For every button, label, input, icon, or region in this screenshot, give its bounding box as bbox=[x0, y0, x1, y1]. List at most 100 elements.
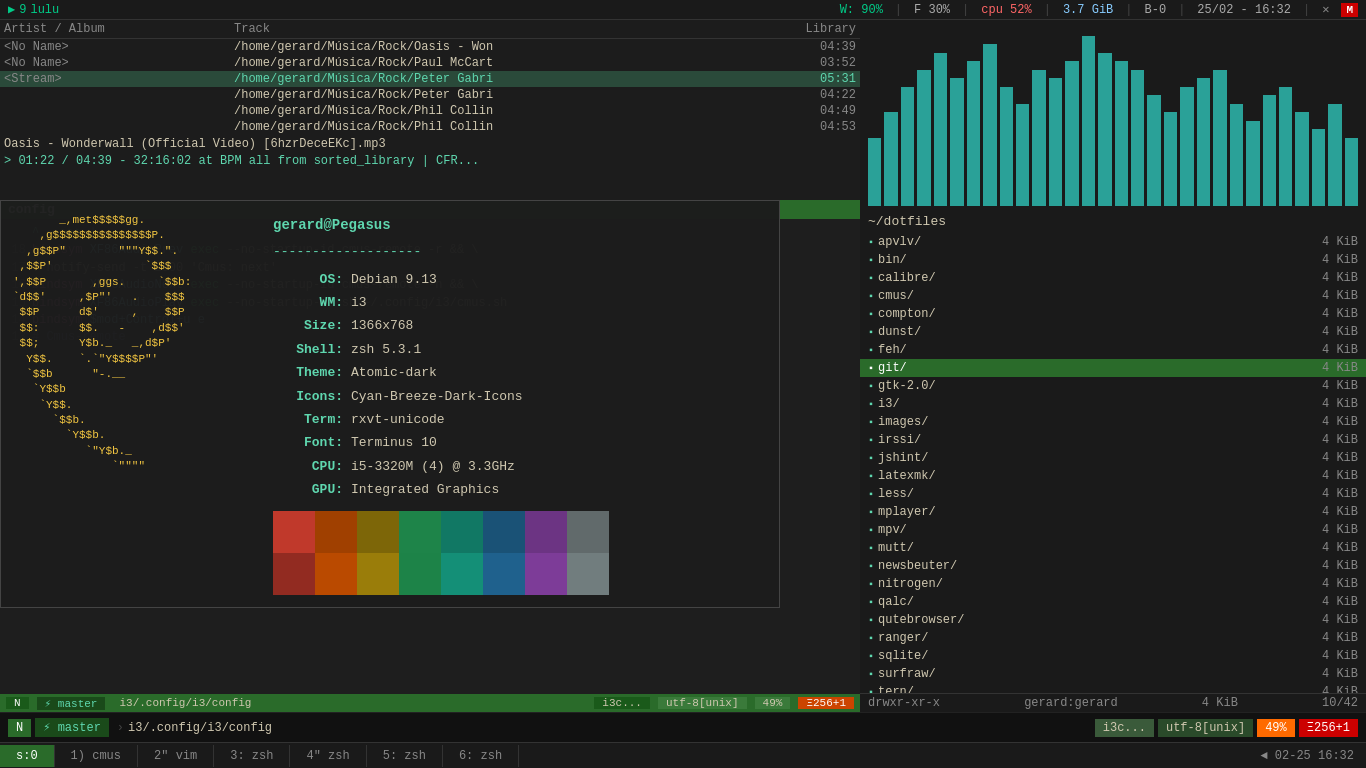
fm-row-git[interactable]: ▪ git/ 4 KiB bbox=[860, 359, 1366, 377]
color-swatch bbox=[441, 553, 483, 595]
io-stat: B-0 bbox=[1145, 3, 1167, 17]
fm-row-irssi[interactable]: ▪ irssi/ 4 KiB bbox=[860, 431, 1366, 449]
fm-row-bin[interactable]: ▪ bin/ 4 KiB bbox=[860, 251, 1366, 269]
cmus-col-track: Track bbox=[234, 22, 604, 36]
i3-config-editor[interactable]: config _,met$$$$$gg. ,g$$$$$$$$$$$$$$$P.… bbox=[0, 200, 860, 712]
file-manager[interactable]: ▪ apvlv/ 4 KiB ▪ bin/ 4 KiB ▪ calibre/ 4… bbox=[860, 233, 1366, 693]
sysinfo-font: Font:Terminus 10 bbox=[273, 431, 767, 454]
fm-name-i3: i3/ bbox=[878, 397, 1304, 411]
cmus-row-1[interactable]: <No Name> /home/gerard/Música/Rock/Oasis… bbox=[0, 39, 860, 55]
fm-row-apvlv[interactable]: ▪ apvlv/ 4 KiB bbox=[860, 233, 1366, 251]
fm-row-feh[interactable]: ▪ feh/ 4 KiB bbox=[860, 341, 1366, 359]
fm-row-sqlite[interactable]: ▪ sqlite/ 4 KiB bbox=[860, 647, 1366, 665]
separator6: | bbox=[1303, 3, 1310, 17]
fm-row-cmus[interactable]: ▪ cmus/ 4 KiB bbox=[860, 287, 1366, 305]
fm-name-mutt: mutt/ bbox=[878, 541, 1304, 555]
fm-row-images[interactable]: ▪ images/ 4 KiB bbox=[860, 413, 1366, 431]
fm-row-compton[interactable]: ▪ compton/ 4 KiB bbox=[860, 305, 1366, 323]
fm-size-compton: 4 KiB bbox=[1308, 307, 1358, 321]
date-stat: 25/02 - 16:32 bbox=[1197, 3, 1291, 17]
cmus-player[interactable]: Artist / Album Track Library <No Name> /… bbox=[0, 20, 860, 200]
cmus-track-5: /home/gerard/Música/Rock/Phil Collin bbox=[234, 104, 604, 118]
chart-bar bbox=[1032, 70, 1045, 206]
close-btn[interactable]: ✕ bbox=[1322, 2, 1329, 17]
cmus-row-2[interactable]: <No Name> /home/gerard/Música/Rock/Paul … bbox=[0, 55, 860, 71]
chart-bar bbox=[1230, 104, 1243, 206]
tab-s0[interactable]: s:0 bbox=[0, 745, 55, 767]
tab-4-zsh[interactable]: 4" zsh bbox=[290, 745, 366, 767]
chart-bar bbox=[1263, 95, 1276, 206]
fm-row-i3[interactable]: ▪ i3/ 4 KiB bbox=[860, 395, 1366, 413]
fm-name-tern: tern/ bbox=[878, 685, 1304, 693]
sysinfo-shell: Shell:zsh 5.3.1 bbox=[273, 338, 767, 361]
sysinfo-wm: WM:i3 bbox=[273, 291, 767, 314]
chart-bar bbox=[917, 70, 930, 206]
fm-row-mpv[interactable]: ▪ mpv/ 4 KiB bbox=[860, 521, 1366, 539]
fm-row-surfraw[interactable]: ▪ surfraw/ 4 KiB bbox=[860, 665, 1366, 683]
fm-row-tern[interactable]: ▪ tern/ 4 KiB bbox=[860, 683, 1366, 693]
fm-owner: gerard:gerard bbox=[1024, 696, 1118, 710]
cmus-row-3[interactable]: <Stream> /home/gerard/Música/Rock/Peter … bbox=[0, 71, 860, 87]
color-swatch bbox=[525, 511, 567, 553]
fm-name-sqlite: sqlite/ bbox=[878, 649, 1304, 663]
fm-row-mutt[interactable]: ▪ mutt/ 4 KiB bbox=[860, 539, 1366, 557]
cmus-row-4[interactable]: /home/gerard/Música/Rock/Peter Gabri 04:… bbox=[0, 87, 860, 103]
cmus-row-6[interactable]: /home/gerard/Música/Rock/Phil Collin 04:… bbox=[0, 119, 860, 135]
sysinfo-size: Size:1366x768 bbox=[273, 314, 767, 337]
separator2: | bbox=[962, 3, 969, 17]
tab-3-zsh[interactable]: 3: zsh bbox=[214, 745, 290, 767]
color-swatch bbox=[399, 511, 441, 553]
tab-5-zsh[interactable]: 5: zsh bbox=[367, 745, 443, 767]
tab-1-cmus[interactable]: 1) cmus bbox=[55, 745, 138, 767]
fm-row-less[interactable]: ▪ less/ 4 KiB bbox=[860, 485, 1366, 503]
color-swatch bbox=[399, 553, 441, 595]
fm-row-qalc[interactable]: ▪ qalc/ 4 KiB bbox=[860, 593, 1366, 611]
fm-name-mpv: mpv/ bbox=[878, 523, 1304, 537]
cmus-time-3: 05:31 bbox=[604, 72, 856, 86]
fm-icon-surfraw: ▪ bbox=[868, 669, 874, 680]
f-stat: F 30% bbox=[914, 3, 950, 17]
cmus-track-2: /home/gerard/Música/Rock/Paul McCart bbox=[234, 56, 604, 70]
fm-row-mplayer[interactable]: ▪ mplayer/ 4 KiB bbox=[860, 503, 1366, 521]
fm-row-nitrogen[interactable]: ▪ nitrogen/ 4 KiB bbox=[860, 575, 1366, 593]
sysinfo-theme: Theme:Atomic-dark bbox=[273, 361, 767, 384]
fm-row-newsbeuter[interactable]: ▪ newsbeuter/ 4 KiB bbox=[860, 557, 1366, 575]
tab-2-vim[interactable]: 2" vim bbox=[138, 745, 214, 767]
statusbar-path: i3/.config/i3/config bbox=[113, 697, 257, 709]
sysinfo-term: Term:rxvt-unicode bbox=[273, 408, 767, 431]
chart-bar bbox=[868, 138, 881, 206]
color-swatch bbox=[315, 553, 357, 595]
tab-6-zsh[interactable]: 6: zsh bbox=[443, 745, 519, 767]
fm-row-jshint[interactable]: ▪ jshint/ 4 KiB bbox=[860, 449, 1366, 467]
fm-name-git: git/ bbox=[878, 361, 1304, 375]
fm-row-ranger[interactable]: ▪ ranger/ 4 KiB bbox=[860, 629, 1366, 647]
cmus-time-6: 04:53 bbox=[604, 120, 856, 134]
top-bar: ▶ 9 lulu W: 90% | F 30% | cpu 52% | 3.7 … bbox=[0, 0, 1366, 20]
bs-pct: 49% bbox=[1257, 719, 1295, 737]
mem-stat: 3.7 GiB bbox=[1063, 3, 1113, 17]
fm-icon-dunst: ▪ bbox=[868, 327, 874, 338]
fm-size: 4 KiB bbox=[1202, 696, 1238, 710]
statusbar-lines: Ξ256+1 bbox=[798, 697, 854, 709]
fm-row-latexmk[interactable]: ▪ latexmk/ 4 KiB bbox=[860, 467, 1366, 485]
fm-row-dunst[interactable]: ▪ dunst/ 4 KiB bbox=[860, 323, 1366, 341]
fm-size-apvlv: 4 KiB bbox=[1308, 235, 1358, 249]
bs-enc: utf-8[unix] bbox=[1158, 719, 1253, 737]
fm-name-bin: bin/ bbox=[878, 253, 1304, 267]
cmus-row-5[interactable]: /home/gerard/Música/Rock/Phil Collin 04:… bbox=[0, 103, 860, 119]
brand-btn[interactable]: M bbox=[1341, 3, 1358, 17]
fm-icon-jshint: ▪ bbox=[868, 453, 874, 464]
color-swatch bbox=[525, 553, 567, 595]
fm-icon-less: ▪ bbox=[868, 489, 874, 500]
fm-icon-mutt: ▪ bbox=[868, 543, 874, 554]
fm-size-i3: 4 KiB bbox=[1308, 397, 1358, 411]
fm-row-gtk[interactable]: ▪ gtk-2.0/ 4 KiB bbox=[860, 377, 1366, 395]
sysinfo-gpu: GPU:Integrated Graphics bbox=[273, 478, 767, 501]
fm-row-calibre[interactable]: ▪ calibre/ 4 KiB bbox=[860, 269, 1366, 287]
cmus-artist-4 bbox=[4, 88, 234, 102]
cmus-progress: > 01:22 / 04:39 - 32:16:02 at BPM all fr… bbox=[0, 153, 860, 169]
fm-row-qutebrowser[interactable]: ▪ qutebrowser/ 4 KiB bbox=[860, 611, 1366, 629]
separator4: | bbox=[1125, 3, 1132, 17]
sysinfo-cpu: CPU:i5-3320M (4) @ 3.3GHz bbox=[273, 455, 767, 478]
bs-ft: i3c... bbox=[1095, 719, 1154, 737]
